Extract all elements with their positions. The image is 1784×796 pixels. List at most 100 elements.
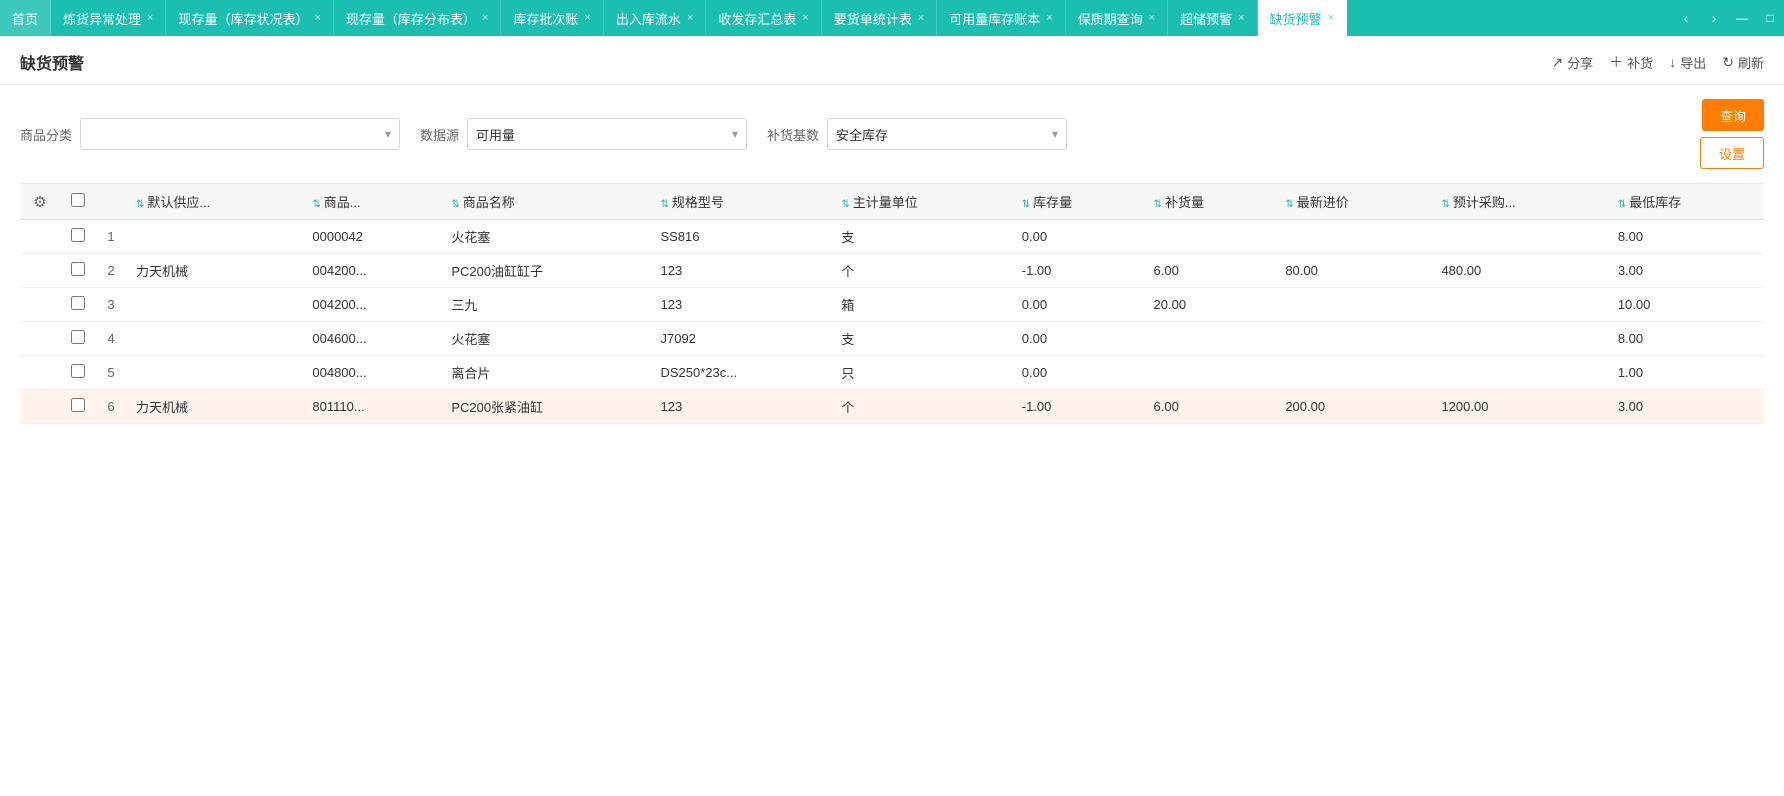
replenish-base-select[interactable]: 安全库存 ▾	[827, 118, 1067, 150]
row-replenish-3	[1144, 322, 1276, 356]
row-checkbox-cell-3[interactable]	[60, 322, 96, 356]
tab-churuliu[interactable]: 出入库流水 ×	[604, 0, 706, 36]
row-latest-price-5: 200.00	[1275, 390, 1431, 424]
row-unit-1: 个	[831, 254, 1011, 288]
row-supplier-5: 力天机械	[126, 390, 302, 424]
row-min-stock-3: 8.00	[1608, 322, 1764, 356]
row-est-purchase-2	[1431, 288, 1607, 322]
row-supplier-1: 力天机械	[126, 254, 302, 288]
row-num-0: 1	[96, 220, 126, 254]
replenish-base-value: 安全库存	[836, 125, 888, 144]
sort-icon: ⇅	[1022, 199, 1030, 210]
tab-label-keyong: 可用量库存账本	[949, 9, 1040, 28]
row-est-purchase-5: 1200.00	[1431, 390, 1607, 424]
tab-close-yaohuo[interactable]: ×	[918, 12, 924, 24]
tab-baozhiqi[interactable]: 保质期查询 ×	[1066, 0, 1168, 36]
tab-xianzunfenbu[interactable]: 现存量（库存分布表） ×	[334, 0, 501, 36]
row-checkbox-0[interactable]	[71, 228, 85, 242]
refresh-btn[interactable]: ↻ 刷新	[1722, 53, 1764, 72]
col-latest-price[interactable]: ⇅最新进价	[1275, 184, 1431, 220]
share-btn[interactable]: ↗ 分享	[1551, 53, 1593, 72]
tab-close-keyong[interactable]: ×	[1046, 12, 1052, 24]
row-checkbox-4[interactable]	[71, 364, 85, 378]
sort-icon: ⇅	[1154, 199, 1162, 210]
row-goods-code-2: 004200...	[302, 288, 441, 322]
settings-button[interactable]: 设置	[1700, 137, 1764, 169]
tab-close-xianzunfenbu[interactable]: ×	[482, 12, 488, 24]
row-supplier-3	[126, 322, 302, 356]
tab-yaohuo[interactable]: 要货单统计表×	[822, 0, 937, 36]
tab-close-baozhiqi[interactable]: ×	[1149, 12, 1155, 24]
gear-icon[interactable]: ⚙	[33, 194, 46, 211]
tab-next-btn[interactable]: ›	[1700, 0, 1728, 36]
col-est-purchase[interactable]: ⇅预计采购...	[1431, 184, 1607, 220]
tab-close-lianhuo[interactable]: ×	[147, 12, 153, 24]
col-stock[interactable]: ⇅库存量	[1012, 184, 1144, 220]
table-row: 3 004200... 三九 123 箱 0.00 20.00 10.00	[20, 288, 1764, 322]
tab-lianhuo[interactable]: 炼货异常处理×	[51, 0, 166, 36]
row-checkbox-cell-0[interactable]	[60, 220, 96, 254]
row-stock-3: 0.00	[1012, 322, 1144, 356]
buhuo-icon: ＋	[1609, 52, 1623, 72]
row-settings-4	[20, 356, 60, 390]
col-spec[interactable]: ⇅规格型号	[650, 184, 831, 220]
col-unit[interactable]: ⇅主计量单位	[831, 184, 1011, 220]
goods-category-select[interactable]: ▾	[80, 118, 400, 150]
maximize-btn[interactable]: □	[1756, 0, 1784, 36]
data-source-select[interactable]: 可用量 ▾	[467, 118, 747, 150]
col-settings[interactable]: ⚙	[20, 184, 60, 220]
row-checkbox-1[interactable]	[71, 262, 85, 276]
buhuo-btn[interactable]: ＋ 补货	[1609, 52, 1653, 72]
share-icon: ↗	[1551, 54, 1563, 71]
row-checkbox-5[interactable]	[71, 398, 85, 412]
tab-bar: 首页炼货异常处理×现存量（库存状况表）×现存量（库存分布表）×库存批次账×出入库…	[0, 0, 1784, 36]
row-goods-name-3: 火花塞	[441, 322, 650, 356]
col-min-stock[interactable]: ⇅最低库存	[1608, 184, 1764, 220]
row-latest-price-1: 80.00	[1275, 254, 1431, 288]
row-replenish-0	[1144, 220, 1276, 254]
row-goods-name-0: 火花塞	[441, 220, 650, 254]
minimize-btn[interactable]: —	[1728, 0, 1756, 36]
col-goods-name[interactable]: ⇅商品名称	[441, 184, 650, 220]
tab-close-shoufashou[interactable]: ×	[802, 12, 808, 24]
tab-label-churuliu: 出入库流水	[616, 9, 681, 28]
tab-label-baozhiqi: 保质期查询	[1078, 9, 1143, 28]
tab-quehuo[interactable]: 缺货预警×	[1258, 0, 1347, 36]
tab-label-xianzunfenbu: 现存量（库存分布表）	[346, 9, 476, 28]
tab-pici[interactable]: 库存批次账×	[501, 0, 603, 36]
col-goods-code[interactable]: ⇅商品...	[302, 184, 441, 220]
row-stock-4: 0.00	[1012, 356, 1144, 390]
tab-close-xianzuncang[interactable]: ×	[314, 12, 320, 24]
row-unit-3: 支	[831, 322, 1011, 356]
row-goods-code-5: 801110...	[302, 390, 441, 424]
row-checkbox-cell-4[interactable]	[60, 356, 96, 390]
query-button[interactable]: 查询	[1702, 99, 1764, 131]
col-replenish[interactable]: ⇅补货量	[1144, 184, 1276, 220]
row-unit-2: 箱	[831, 288, 1011, 322]
row-checkbox-2[interactable]	[71, 296, 85, 310]
row-checkbox-cell-2[interactable]	[60, 288, 96, 322]
table-body: 1 0000042 火花塞 SS816 支 0.00 8.00 2 力天机械 0…	[20, 220, 1764, 424]
select-all-checkbox[interactable]	[71, 193, 85, 207]
export-btn[interactable]: ↓ 导出	[1669, 53, 1706, 72]
tab-close-quehuo[interactable]: ×	[1328, 12, 1334, 24]
row-checkbox-cell-1[interactable]	[60, 254, 96, 288]
col-checkbox[interactable]	[60, 184, 96, 220]
row-latest-price-4	[1275, 356, 1431, 390]
tab-chaochuyujing[interactable]: 超储预警×	[1168, 0, 1257, 36]
export-icon: ↓	[1669, 54, 1676, 70]
tab-prev-btn[interactable]: ‹	[1672, 0, 1700, 36]
row-latest-price-0	[1275, 220, 1431, 254]
tab-close-chaochuyujing[interactable]: ×	[1238, 12, 1244, 24]
tab-close-churuliu[interactable]: ×	[687, 12, 693, 24]
table-row: 1 0000042 火花塞 SS816 支 0.00 8.00	[20, 220, 1764, 254]
tab-keyong[interactable]: 可用量库存账本 ×	[937, 0, 1065, 36]
tab-home[interactable]: 首页	[0, 0, 51, 36]
tab-xianzuncang[interactable]: 现存量（库存状况表）×	[166, 0, 333, 36]
tab-shoufashou[interactable]: 收发存汇总表×	[706, 0, 821, 36]
col-supplier[interactable]: ⇅默认供应...	[126, 184, 302, 220]
row-checkbox-3[interactable]	[71, 330, 85, 344]
row-checkbox-cell-5[interactable]	[60, 390, 96, 424]
tab-close-pici[interactable]: ×	[584, 12, 590, 24]
row-latest-price-3	[1275, 322, 1431, 356]
